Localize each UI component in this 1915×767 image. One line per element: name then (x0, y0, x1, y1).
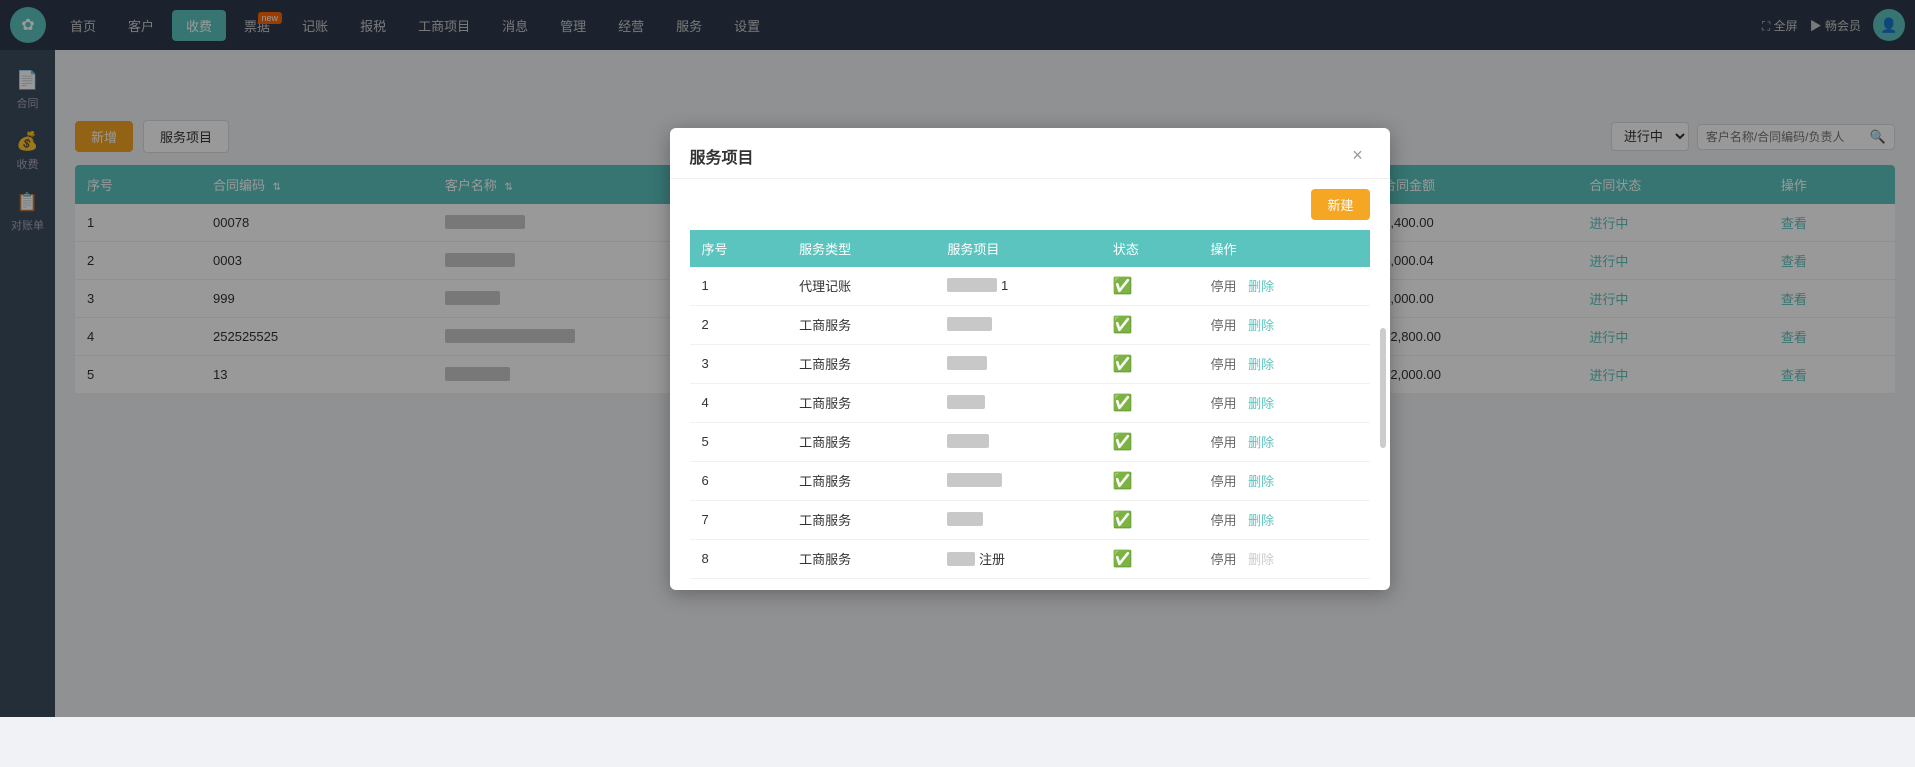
modal-cell-status: ✅ (1101, 461, 1199, 500)
stop-button[interactable]: 停用 (1210, 474, 1236, 489)
delete-button[interactable]: 删除 (1248, 396, 1274, 411)
stop-button[interactable]: 停用 (1210, 279, 1236, 294)
modal-cell-type: 工商服务 (787, 305, 935, 344)
modal-table-row: 6 工商服务 ✅ 停用 删除 (690, 461, 1370, 500)
modal-cell-status: ✅ (1101, 422, 1199, 461)
modal-cell-seq: 7 (690, 500, 788, 539)
modal-cell-status: ✅ (1101, 305, 1199, 344)
service-items-modal: 服务项目 × 新建 序号 服务类型 服务项目 状态 操作 1 代理记账 1 (670, 128, 1390, 590)
modal-table-row: 8 工商服务 注册 ✅ 停用 删除 (690, 539, 1370, 578)
delete-button[interactable]: 删除 (1248, 513, 1274, 528)
modal-toolbar: 新建 (670, 179, 1390, 230)
modal-col-item: 服务项目 (935, 230, 1101, 267)
modal-cell-item: 注册 (935, 539, 1101, 578)
modal-cell-action: 停用 删除 (1198, 267, 1369, 306)
delete-button[interactable]: 删除 (1248, 318, 1274, 333)
modal-cell-item (935, 305, 1101, 344)
modal-cell-action: 停用 删除 (1198, 383, 1369, 422)
modal-cell-status: ✅ (1101, 267, 1199, 306)
modal-title: 服务项目 (690, 144, 754, 168)
modal-table-row: 2 工商服务 ✅ 停用 删除 (690, 305, 1370, 344)
modal-cell-seq: 6 (690, 461, 788, 500)
modal-cell-status: ✅ (1101, 539, 1199, 578)
delete-button[interactable]: 删除 (1248, 435, 1274, 450)
modal-col-type: 服务类型 (787, 230, 935, 267)
modal-col-status: 状态 (1101, 230, 1199, 267)
modal-cell-action: 停用 删除 (1198, 422, 1369, 461)
modal-col-action: 操作 (1198, 230, 1369, 267)
modal-cell-seq: 3 (690, 344, 788, 383)
modal-cell-type: 工商服务 (787, 500, 935, 539)
modal-cell-item (935, 383, 1101, 422)
modal-cell-seq: 4 (690, 383, 788, 422)
modal-cell-action: 停用 删除 (1198, 500, 1369, 539)
stop-button[interactable]: 停用 (1210, 357, 1236, 372)
modal-table-row: 4 工商服务 ✅ 停用 删除 (690, 383, 1370, 422)
modal-cell-status: ✅ (1101, 344, 1199, 383)
modal-cell-action: 停用 删除 (1198, 344, 1369, 383)
modal-cell-seq: 5 (690, 422, 788, 461)
delete-button[interactable]: 删除 (1248, 552, 1274, 567)
service-items-table: 序号 服务类型 服务项目 状态 操作 1 代理记账 1 ✅ 停用 删除 (690, 230, 1370, 579)
modal-cell-status: ✅ (1101, 383, 1199, 422)
modal-cell-type: 工商服务 (787, 461, 935, 500)
modal-header: 服务项目 × (670, 128, 1390, 179)
modal-table-row: 5 工商服务 ✅ 停用 删除 (690, 422, 1370, 461)
modal-cell-status: ✅ (1101, 500, 1199, 539)
delete-button[interactable]: 删除 (1248, 279, 1274, 294)
modal-close-button[interactable]: × (1346, 144, 1370, 168)
modal-cell-type: 工商服务 (787, 539, 935, 578)
modal-col-seq: 序号 (690, 230, 788, 267)
modal-table-row: 3 工商服务 ✅ 停用 删除 (690, 344, 1370, 383)
modal-cell-action: 停用 删除 (1198, 305, 1369, 344)
modal-cell-type: 工商服务 (787, 344, 935, 383)
stop-button[interactable]: 停用 (1210, 318, 1236, 333)
modal-cell-item (935, 500, 1101, 539)
modal-cell-type: 工商服务 (787, 383, 935, 422)
modal-new-button[interactable]: 新建 (1311, 189, 1369, 220)
modal-cell-seq: 2 (690, 305, 788, 344)
modal-cell-item (935, 461, 1101, 500)
modal-cell-seq: 1 (690, 267, 788, 306)
delete-button[interactable]: 删除 (1248, 357, 1274, 372)
modal-cell-item: 1 (935, 267, 1101, 306)
modal-cell-type: 代理记账 (787, 267, 935, 306)
modal-scrollbar[interactable] (1380, 328, 1386, 448)
modal-cell-seq: 8 (690, 539, 788, 578)
modal-cell-item (935, 344, 1101, 383)
modal-table-row: 1 代理记账 1 ✅ 停用 删除 (690, 267, 1370, 306)
stop-button[interactable]: 停用 (1210, 435, 1236, 450)
modal-cell-action: 停用 删除 (1198, 539, 1369, 578)
stop-button[interactable]: 停用 (1210, 513, 1236, 528)
stop-button[interactable]: 停用 (1210, 552, 1236, 567)
modal-cell-type: 工商服务 (787, 422, 935, 461)
modal-cell-action: 停用 删除 (1198, 461, 1369, 500)
modal-cell-item (935, 422, 1101, 461)
delete-button[interactable]: 删除 (1248, 474, 1274, 489)
modal-table-row: 7 工商服务 ✅ 停用 删除 (690, 500, 1370, 539)
stop-button[interactable]: 停用 (1210, 396, 1236, 411)
modal-table-wrapper: 序号 服务类型 服务项目 状态 操作 1 代理记账 1 ✅ 停用 删除 (670, 230, 1390, 590)
